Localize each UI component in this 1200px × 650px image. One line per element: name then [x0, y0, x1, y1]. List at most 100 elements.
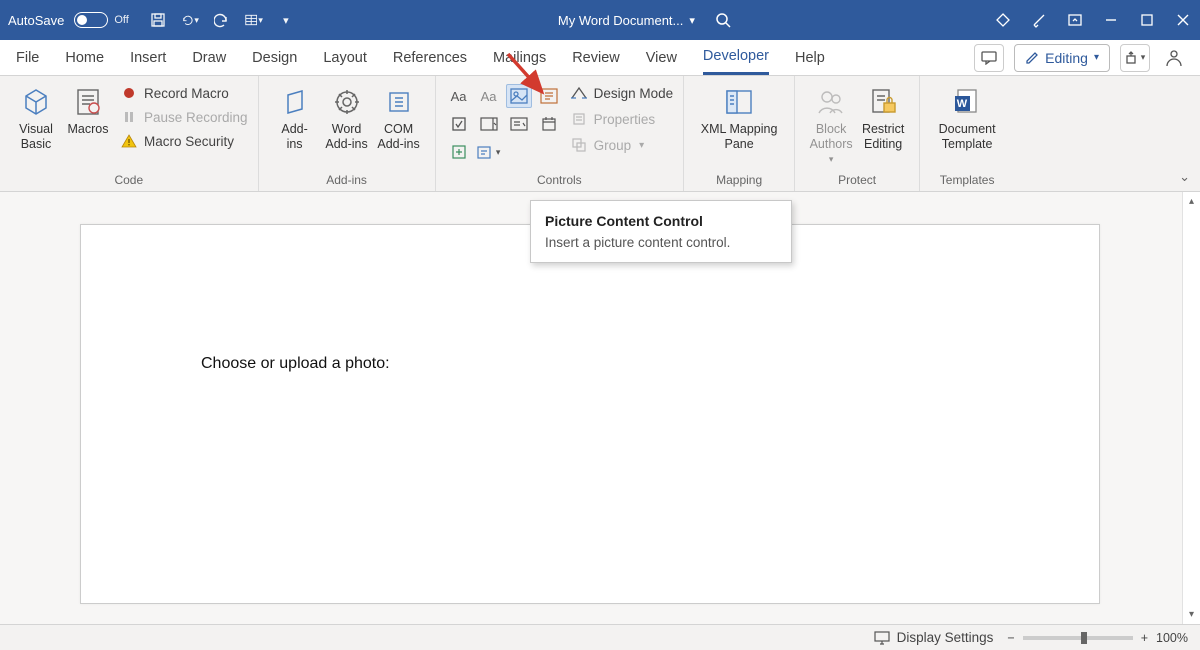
record-macro-button[interactable]: Record Macro — [120, 84, 248, 102]
restrict-editing-button[interactable]: Restrict Editing — [857, 80, 909, 152]
group-templates: W Document Template Templates — [920, 76, 1014, 191]
warning-icon — [120, 132, 138, 150]
plain-text-control-icon[interactable]: Aa — [476, 84, 502, 108]
tab-review[interactable]: Review — [572, 40, 620, 75]
status-bar: Display Settings − + 100% — [0, 624, 1200, 650]
table-icon[interactable]: ▾ — [245, 11, 263, 29]
minimize-icon[interactable] — [1102, 11, 1120, 29]
word-addins-icon — [329, 84, 365, 120]
xml-mapping-icon — [721, 84, 757, 120]
addins-icon — [277, 84, 313, 120]
dropdown-control-icon[interactable] — [506, 112, 532, 136]
checkbox-control-icon[interactable] — [446, 112, 472, 136]
record-icon — [120, 84, 138, 102]
zoom-slider[interactable] — [1023, 636, 1133, 640]
group-label: Code — [114, 171, 143, 189]
picture-content-control-icon[interactable] — [506, 84, 532, 108]
group-button: Group▾ — [570, 136, 674, 154]
com-addins-icon — [381, 84, 417, 120]
ribbon: Visual Basic Macros Record Macro Pause R… — [0, 76, 1200, 192]
group-label: Templates — [940, 171, 995, 189]
block-authors-icon — [813, 84, 849, 120]
tab-insert[interactable]: Insert — [130, 40, 166, 75]
design-mode-button[interactable]: Design Mode — [570, 84, 674, 102]
addins-button[interactable]: Add- ins — [269, 80, 321, 152]
pause-icon — [120, 108, 138, 126]
brush-icon[interactable] — [1030, 11, 1048, 29]
tab-help[interactable]: Help — [795, 40, 825, 75]
document-template-button[interactable]: W Document Template — [930, 80, 1004, 152]
scroll-down-icon[interactable]: ▾ — [1189, 609, 1194, 620]
vertical-scrollbar[interactable]: ▴ ▾ — [1182, 192, 1200, 624]
document-title[interactable]: My Word Document... ▾ — [558, 13, 695, 28]
visual-basic-icon — [18, 84, 54, 120]
group-controls: Aa Aa ▾ Design Mode Properties Group▾ Co… — [436, 76, 685, 191]
autosave-state: Off — [114, 14, 128, 26]
zoom-in-icon[interactable]: + — [1141, 631, 1148, 645]
group-label: Protect — [838, 171, 876, 189]
redo-icon[interactable] — [213, 11, 231, 29]
group-label: Add-ins — [326, 171, 367, 189]
tab-developer[interactable]: Developer — [703, 40, 769, 75]
document-template-icon: W — [949, 84, 985, 120]
title-bar: AutoSave Off ▾ ▾ ▾ My Word Document... ▾ — [0, 0, 1200, 40]
zoom-out-icon[interactable]: − — [1007, 631, 1014, 645]
block-authors-button: Block Authors▾ — [805, 80, 857, 165]
legacy-tools-icon[interactable]: ▾ — [476, 140, 502, 164]
properties-icon — [570, 110, 588, 128]
tab-design[interactable]: Design — [252, 40, 297, 75]
repeating-section-control-icon[interactable] — [446, 140, 472, 164]
group-label: Mapping — [716, 171, 762, 189]
comments-button[interactable] — [974, 44, 1004, 72]
design-mode-icon — [570, 84, 588, 102]
properties-button: Properties — [570, 110, 674, 128]
autosave-label: AutoSave — [8, 13, 64, 28]
user-icon[interactable] — [1164, 48, 1184, 68]
group-addins: Add- ins Word Add-ins COM Add-ins Add-in… — [259, 76, 436, 191]
collapse-ribbon-icon[interactable]: ⌄ — [1179, 169, 1190, 185]
search-icon[interactable] — [715, 12, 731, 28]
scroll-up-icon[interactable]: ▴ — [1189, 196, 1194, 207]
xml-mapping-pane-button[interactable]: XML Mapping Pane — [694, 80, 784, 152]
save-icon[interactable] — [149, 11, 167, 29]
tab-layout[interactable]: Layout — [323, 40, 367, 75]
undo-icon[interactable]: ▾ — [181, 11, 199, 29]
building-block-control-icon[interactable] — [536, 84, 562, 108]
ribbon-options-icon[interactable] — [1066, 11, 1084, 29]
quick-access-toolbar: ▾ ▾ ▾ — [149, 11, 295, 29]
macro-security-button[interactable]: Macro Security — [120, 132, 248, 150]
document-page[interactable]: Choose or upload a photo: — [80, 224, 1100, 604]
chevron-down-icon: ▾ — [1094, 52, 1099, 63]
visual-basic-button[interactable]: Visual Basic — [10, 80, 62, 152]
rich-text-control-icon[interactable]: Aa — [446, 84, 472, 108]
group-protect: Block Authors▾ Restrict Editing Protect — [795, 76, 920, 191]
editing-mode-button[interactable]: Editing ▾ — [1014, 44, 1110, 72]
autosave-toggle[interactable] — [74, 12, 108, 28]
tooltip-body: Insert a picture content control. — [545, 235, 777, 250]
tab-draw[interactable]: Draw — [192, 40, 226, 75]
diamond-icon[interactable] — [994, 11, 1012, 29]
pause-recording-button: Pause Recording — [120, 108, 248, 126]
tab-view[interactable]: View — [646, 40, 677, 75]
macros-icon — [70, 84, 106, 120]
display-settings-button[interactable]: Display Settings — [873, 629, 994, 647]
share-button[interactable]: ▾ — [1120, 44, 1150, 72]
com-addins-button[interactable]: COM Add-ins — [373, 80, 425, 152]
macros-button[interactable]: Macros — [62, 80, 114, 137]
date-picker-control-icon[interactable] — [536, 112, 562, 136]
zoom-control[interactable]: − + 100% — [1007, 631, 1188, 645]
tab-home[interactable]: Home — [65, 40, 104, 75]
tooltip-title: Picture Content Control — [545, 213, 777, 229]
tooltip: Picture Content Control Insert a picture… — [530, 200, 792, 263]
word-addins-button[interactable]: Word Add-ins — [321, 80, 373, 152]
zoom-value[interactable]: 100% — [1156, 631, 1188, 645]
ribbon-tabs: File Home Insert Draw Design Layout Refe… — [0, 40, 1200, 76]
restrict-editing-icon — [865, 84, 901, 120]
tab-mailings[interactable]: Mailings — [493, 40, 546, 75]
qat-more-icon[interactable]: ▾ — [277, 11, 295, 29]
maximize-icon[interactable] — [1138, 11, 1156, 29]
tab-file[interactable]: File — [16, 40, 39, 75]
close-icon[interactable] — [1174, 11, 1192, 29]
combobox-control-icon[interactable] — [476, 112, 502, 136]
tab-references[interactable]: References — [393, 40, 467, 75]
